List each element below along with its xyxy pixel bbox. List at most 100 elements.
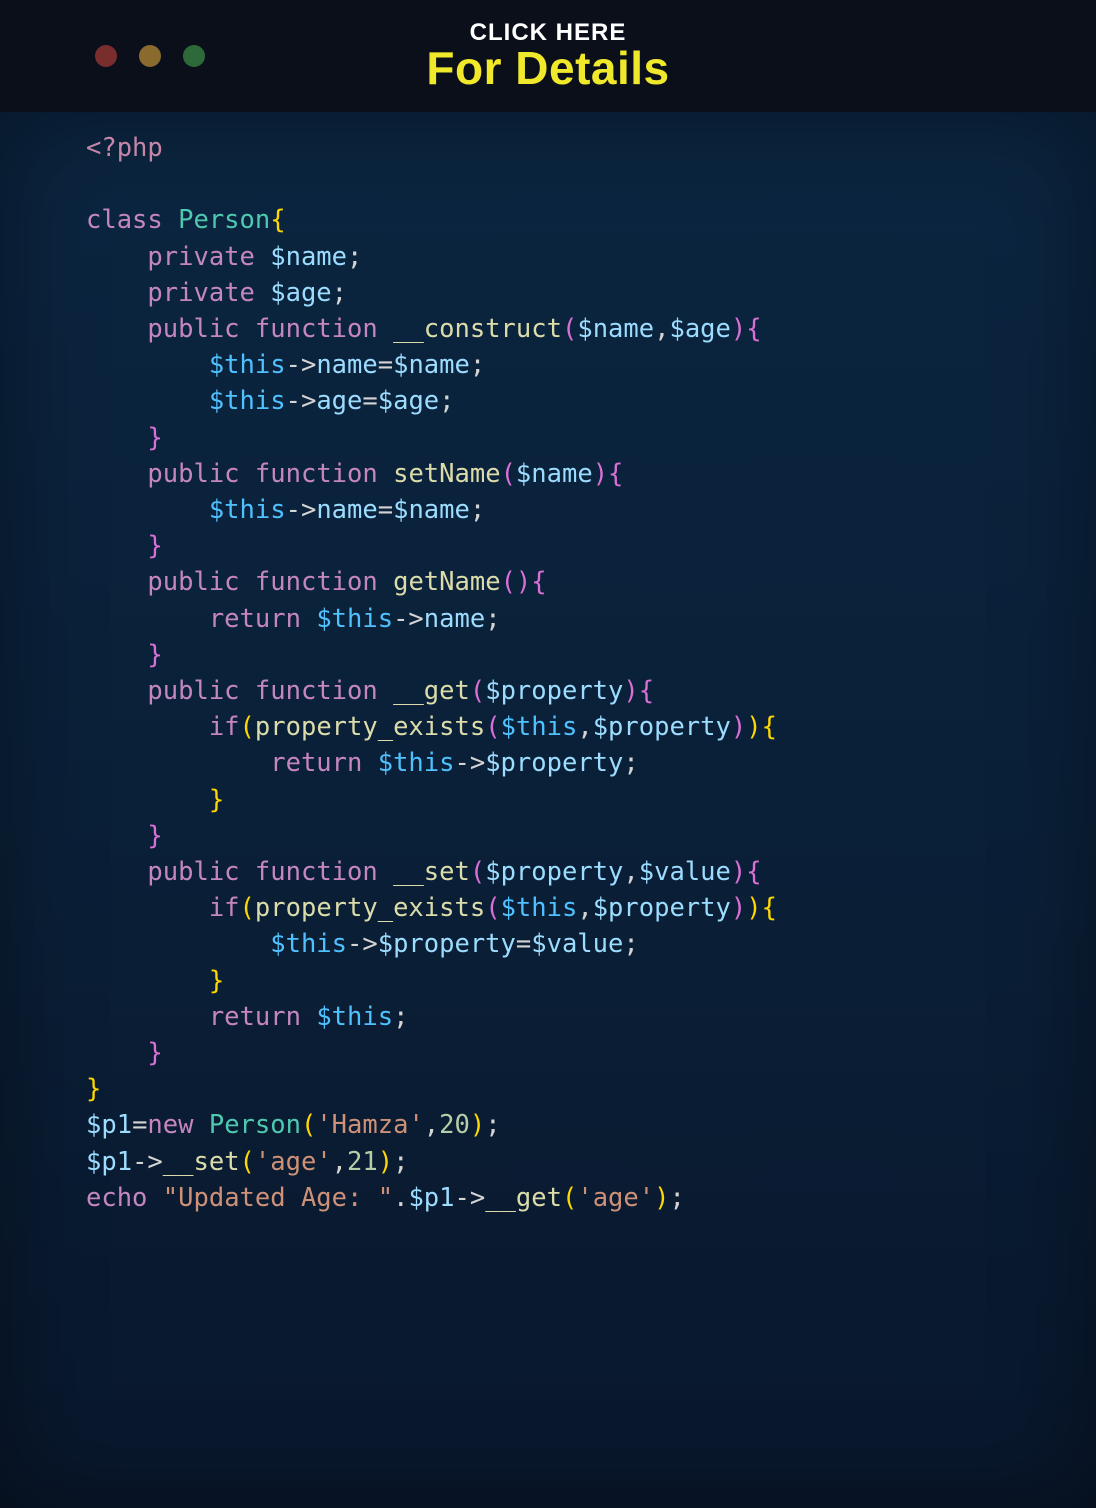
prop: $property	[378, 929, 516, 959]
kw-public: public	[147, 857, 239, 887]
fn-get: __get	[485, 1183, 562, 1213]
brace: }	[209, 785, 224, 815]
code-editor[interactable]: <?php class Person{ private $name; priva…	[0, 112, 1096, 1508]
kw-public: public	[147, 459, 239, 489]
fn-get: __get	[393, 676, 470, 706]
brace: {	[746, 857, 761, 887]
kw-new: new	[147, 1110, 193, 1140]
semi: ;	[393, 1147, 408, 1177]
rparen: )	[654, 1183, 669, 1213]
prop: name	[316, 495, 377, 525]
kw-return: return	[209, 604, 301, 634]
eq: =	[132, 1110, 147, 1140]
param: $value	[639, 857, 731, 887]
kw-function: function	[255, 857, 378, 887]
titlebar: CLICK HERE For Details	[0, 0, 1096, 112]
minimize-icon[interactable]	[139, 45, 161, 67]
arrow: ->	[286, 386, 317, 416]
brace: }	[86, 1074, 101, 1104]
kw-if: if	[209, 712, 240, 742]
fn-set: __set	[163, 1147, 240, 1177]
this: $this	[209, 495, 286, 525]
semi: ;	[393, 1002, 408, 1032]
semi: ;	[669, 1183, 684, 1213]
prop: age	[316, 386, 362, 416]
comma: ,	[577, 712, 592, 742]
var-p1: $p1	[86, 1147, 132, 1177]
comma: ,	[332, 1147, 347, 1177]
semi: ;	[623, 748, 638, 778]
arrow: ->	[286, 495, 317, 525]
param: $property	[593, 712, 731, 742]
dot: .	[393, 1183, 408, 1213]
this: $this	[316, 1002, 393, 1032]
lparen: (	[562, 314, 577, 344]
lparen: (	[301, 1110, 316, 1140]
kw-function: function	[255, 459, 378, 489]
rparen: )	[731, 314, 746, 344]
var-p1: $p1	[86, 1110, 132, 1140]
rparen: )	[746, 893, 761, 923]
val: $age	[378, 386, 439, 416]
str: "Updated Age: "	[163, 1183, 393, 1213]
brace: {	[746, 314, 761, 344]
brace: }	[147, 640, 162, 670]
brace: }	[209, 966, 224, 996]
param: $property	[593, 893, 731, 923]
this: $this	[209, 350, 286, 380]
var-p1: $p1	[408, 1183, 454, 1213]
num: 21	[347, 1147, 378, 1177]
this: $this	[501, 893, 578, 923]
fn-setname: setName	[393, 459, 500, 489]
param: $property	[485, 676, 623, 706]
lparen: (	[240, 893, 255, 923]
editor-window: CLICK HERE For Details <?php class Perso…	[0, 0, 1096, 1508]
brace: {	[762, 712, 777, 742]
brace: }	[147, 821, 162, 851]
rparen: )	[516, 567, 531, 597]
fn-construct: __construct	[393, 314, 562, 344]
fn-propexists: property_exists	[255, 712, 485, 742]
val: $value	[531, 929, 623, 959]
rparen: )	[731, 893, 746, 923]
arrow: ->	[286, 350, 317, 380]
class-name: Person	[178, 205, 270, 235]
eq: =	[516, 929, 531, 959]
semi: ;	[332, 278, 347, 308]
fn-propexists: property_exists	[255, 893, 485, 923]
str: 'age'	[577, 1183, 654, 1213]
this: $this	[209, 386, 286, 416]
promo-bottom-text: For Details	[426, 45, 669, 91]
class-name: Person	[209, 1110, 301, 1140]
prop: name	[424, 604, 485, 634]
semi: ;	[623, 929, 638, 959]
maximize-icon[interactable]	[183, 45, 205, 67]
this: $this	[316, 604, 393, 634]
semi: ;	[485, 604, 500, 634]
rparen: )	[731, 712, 746, 742]
this: $this	[501, 712, 578, 742]
comma: ,	[623, 857, 638, 887]
kw-class: class	[86, 205, 163, 235]
fn-set: __set	[393, 857, 470, 887]
eq: =	[378, 495, 393, 525]
brace: }	[147, 423, 162, 453]
arrow: ->	[132, 1147, 163, 1177]
brace: {	[270, 205, 285, 235]
promo-overlay[interactable]: CLICK HERE For Details	[426, 21, 669, 91]
semi: ;	[470, 495, 485, 525]
arrow: ->	[393, 604, 424, 634]
this: $this	[378, 748, 455, 778]
lparen: (	[470, 857, 485, 887]
rparen: )	[746, 712, 761, 742]
prop: $property	[485, 748, 623, 778]
kw-private: private	[147, 242, 254, 272]
param: $name	[577, 314, 654, 344]
php-open-tag: <?php	[86, 133, 163, 163]
brace: }	[147, 1038, 162, 1068]
brace: {	[608, 459, 623, 489]
param: $name	[516, 459, 593, 489]
close-icon[interactable]	[95, 45, 117, 67]
semi: ;	[439, 386, 454, 416]
arrow: ->	[455, 1183, 486, 1213]
